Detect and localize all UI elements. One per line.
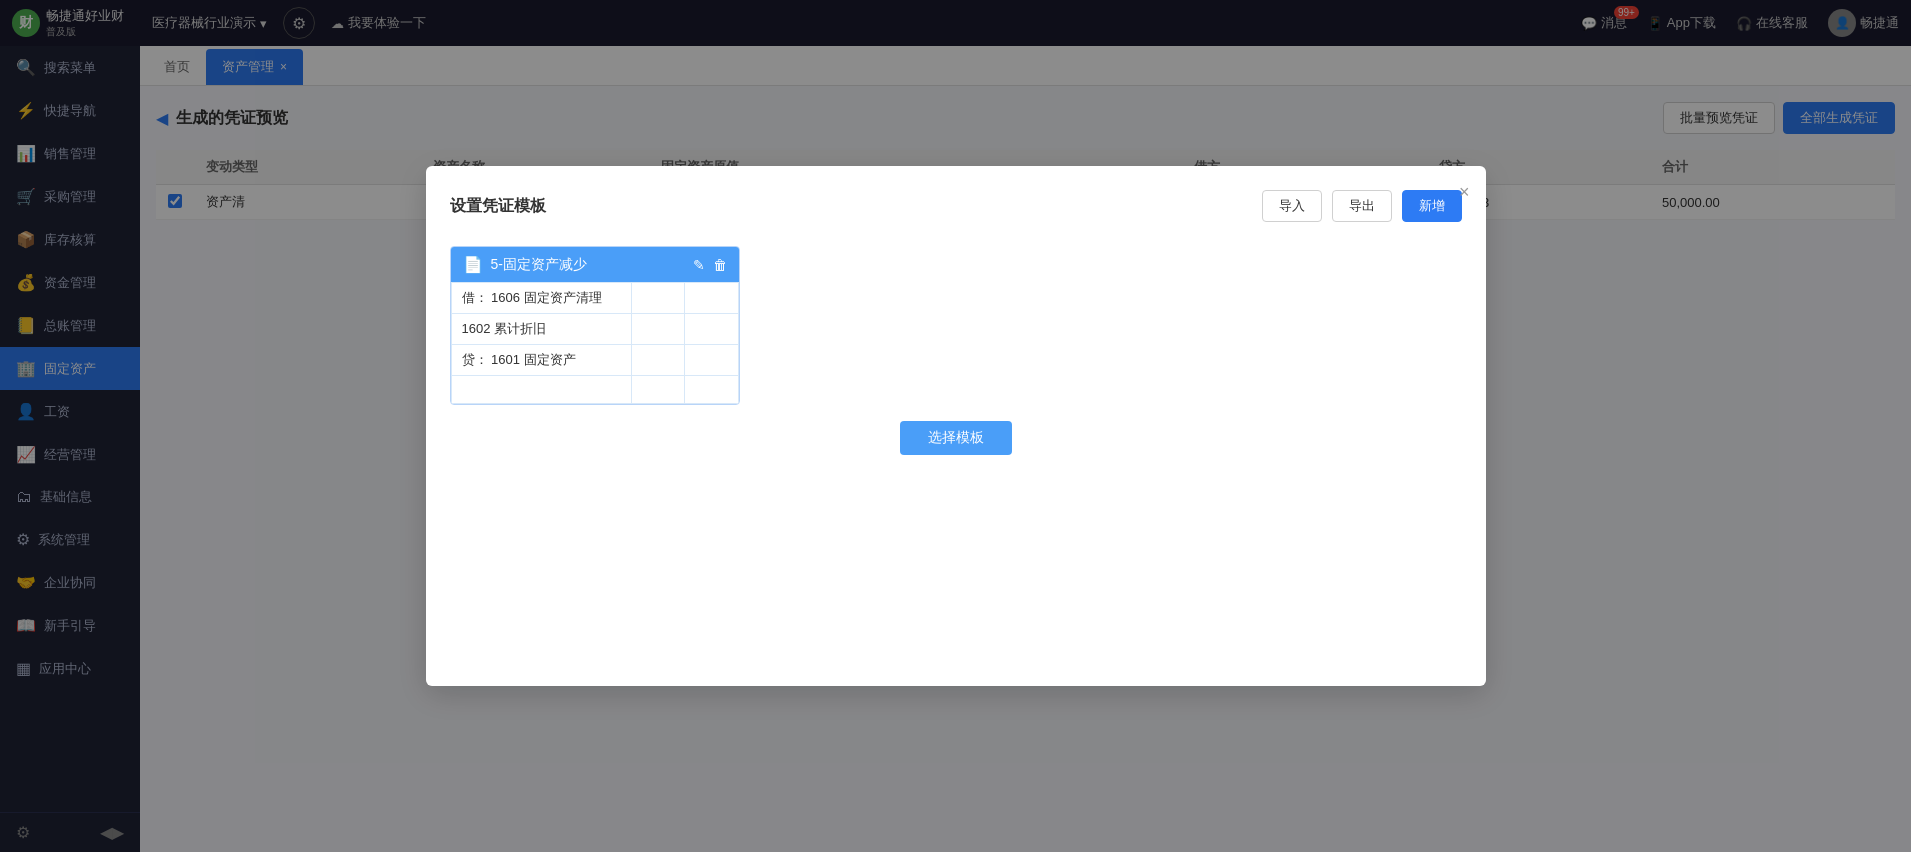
- export-button[interactable]: 导出: [1332, 190, 1392, 222]
- template-edit-icon[interactable]: ✎: [693, 257, 705, 273]
- entry-type-code: 1602 累计折旧: [451, 314, 631, 345]
- modal-set-template: 设置凭证模板 导入 导出 新增 × 📄 5-固定资产减少 ✎ 🗑 借： 1606…: [426, 166, 1486, 686]
- entry-col2: [631, 314, 685, 345]
- new-template-button[interactable]: 新增: [1402, 190, 1462, 222]
- template-entry-row: 1602 累计折旧: [451, 314, 738, 345]
- template-entry-row: 借： 1606 固定资产清理: [451, 283, 738, 314]
- modal-header: 设置凭证模板 导入 导出 新增 ×: [450, 190, 1462, 222]
- template-entries-table: 借： 1606 固定资产清理 1602 累计折旧 贷： 1601 固定资产: [451, 282, 739, 404]
- modal-overlay[interactable]: 设置凭证模板 导入 导出 新增 × 📄 5-固定资产减少 ✎ 🗑 借： 1606…: [0, 0, 1911, 852]
- entry-col2: [631, 345, 685, 376]
- entry-col2: [631, 283, 685, 314]
- modal-title: 设置凭证模板: [450, 196, 546, 217]
- entry-col3: [685, 283, 739, 314]
- template-card: 📄 5-固定资产减少 ✎ 🗑 借： 1606 固定资产清理 1602 累计折旧 …: [450, 246, 740, 405]
- template-delete-icon[interactable]: 🗑: [713, 257, 727, 273]
- template-icon: 📄: [463, 255, 483, 274]
- select-template-button[interactable]: 选择模板: [900, 421, 1012, 455]
- template-empty-row: [451, 376, 738, 404]
- entry-col3: [685, 345, 739, 376]
- entry-type-code: 贷： 1601 固定资产: [451, 345, 631, 376]
- entry-col3: [685, 314, 739, 345]
- modal-close-button[interactable]: ×: [1459, 182, 1470, 203]
- import-button[interactable]: 导入: [1262, 190, 1322, 222]
- template-entry-row: 贷： 1601 固定资产: [451, 345, 738, 376]
- template-card-header: 📄 5-固定资产减少 ✎ 🗑: [451, 247, 739, 282]
- entry-type-code: 借： 1606 固定资产清理: [451, 283, 631, 314]
- template-card-actions: ✎ 🗑: [693, 257, 727, 273]
- modal-actions: 导入 导出 新增: [1262, 190, 1462, 222]
- template-title: 5-固定资产减少: [491, 256, 685, 274]
